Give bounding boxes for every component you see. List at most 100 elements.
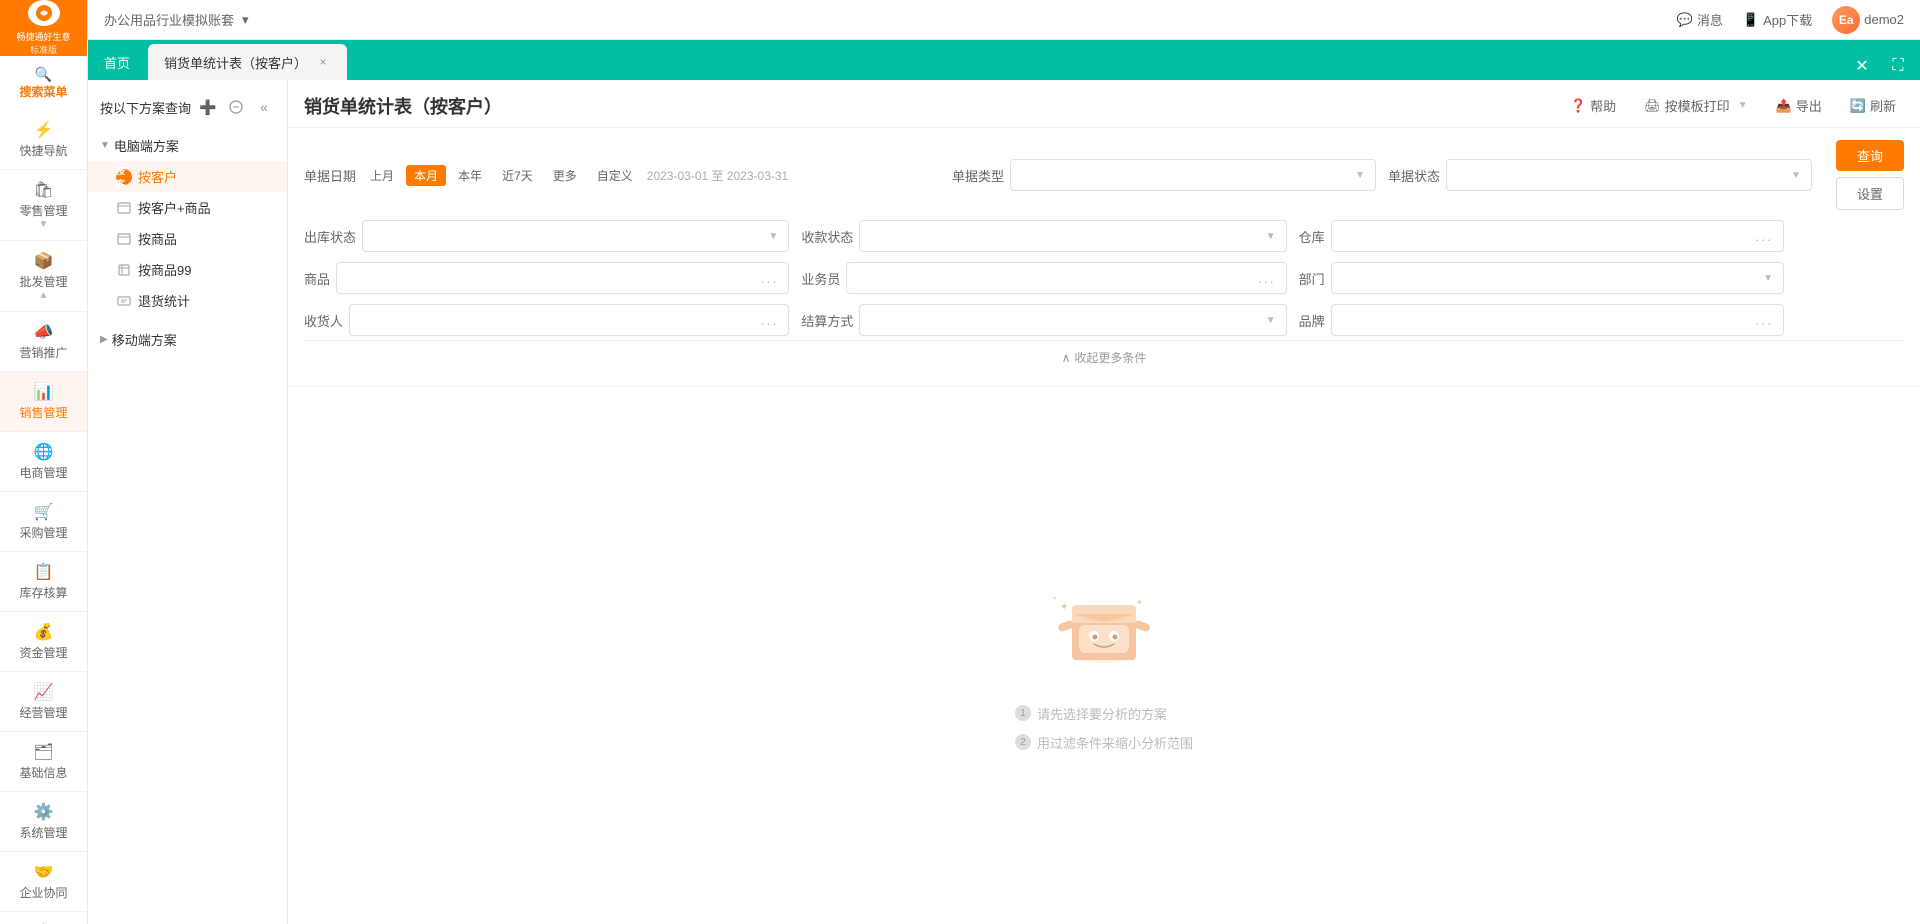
this-year-btn[interactable]: 本年	[450, 165, 490, 186]
sidebar-search[interactable]: 🔍 搜索菜单	[0, 56, 87, 110]
doc-status-select[interactable]: ▼	[1446, 159, 1812, 191]
sidebar-item-system[interactable]: ⚙️ 系统管理	[0, 792, 87, 852]
system-icon: ⚙️	[34, 802, 54, 822]
logo-subtext: 标准版	[30, 43, 57, 56]
tab-active[interactable]: 销货单统计表（按客户） ×	[148, 44, 347, 80]
sidebar-item-inventory[interactable]: 📋 库存核算	[0, 552, 87, 612]
salesperson-select[interactable]: ...	[846, 262, 1286, 294]
help-btn[interactable]: ❓ 帮助	[1562, 92, 1624, 119]
breadcrumb-dropdown[interactable]: ▾	[242, 12, 249, 28]
settlement-select[interactable]: ▼	[859, 304, 1286, 336]
sidebar-item-sales[interactable]: 📊 销售管理	[0, 372, 87, 432]
marketing-label: 营销推广	[19, 344, 67, 361]
empty-svg: ✦ ✦ ✦	[1044, 560, 1164, 680]
sidebar-item-finance[interactable]: 💰 资金管理	[0, 612, 87, 672]
desktop-section-label: 电脑端方案	[114, 136, 179, 155]
doc-type-select[interactable]: ▼	[1010, 159, 1376, 191]
setting-button[interactable]: 设置	[1836, 177, 1904, 210]
more-btn[interactable]: 更多	[545, 165, 585, 186]
hint-text-2: 用过滤条件来缩小分析范围	[1037, 733, 1193, 752]
top-header: 办公用品行业模拟账套 ▾ 💬 消息 📱 App下载 Ea demo2	[88, 0, 1920, 40]
tree-desktop-parent[interactable]: ▼ 电脑端方案	[88, 130, 287, 161]
add-icon: ➕	[199, 99, 216, 116]
svg-text:✦: ✦	[1060, 602, 1068, 613]
query-button[interactable]: 查询	[1836, 140, 1904, 171]
this-month-btn[interactable]: 本月	[406, 165, 446, 186]
sidebar-item-quick-nav[interactable]: ⚡ 快捷导航	[0, 110, 87, 170]
help-label: 帮助	[1590, 96, 1616, 115]
customer-goods-label: 按客户+商品	[138, 198, 211, 217]
dept-arrow: ▼	[1763, 273, 1773, 284]
ecommerce-label: 电商管理	[19, 464, 67, 481]
collapse-panel-btn[interactable]: «	[253, 96, 275, 118]
last7-btn[interactable]: 近7天	[494, 165, 541, 186]
goods-select[interactable]: ...	[336, 262, 789, 294]
sidebar-item-basic-info[interactable]: 🗂 基础信息	[0, 732, 87, 792]
print-dropdown-arrow[interactable]: ▼	[1738, 100, 1748, 111]
custom-btn[interactable]: 自定义	[589, 165, 641, 186]
app-download-btn[interactable]: 📱 App下载	[1743, 10, 1812, 29]
settlement-group: 结算方式 ▼	[801, 304, 1286, 336]
doc-type-group: 单据类型 ▼	[952, 159, 1376, 191]
retail-label: 零售管理	[19, 202, 67, 219]
left-panel: 按以下方案查询 ➕ «	[88, 80, 288, 924]
print-btn[interactable]: 🖨 按模板打印 ▼	[1636, 92, 1755, 119]
dept-label: 部门	[1299, 269, 1325, 288]
page-header: 销货单统计表（按客户） ❓ 帮助 🖨 按模板打印 ▼ 📤 导出	[288, 80, 1920, 128]
messages-btn[interactable]: 💬 消息	[1677, 10, 1723, 29]
sidebar-item-cooperation[interactable]: 🤝 企业协同	[0, 852, 87, 912]
add-scheme-btn[interactable]: ➕	[197, 96, 219, 118]
export-btn[interactable]: 📤 导出	[1768, 92, 1830, 119]
dept-select[interactable]: ▼	[1331, 262, 1784, 294]
recipient-group: 收货人 ...	[304, 304, 789, 336]
top-right-actions: 💬 消息 📱 App下载 Ea demo2	[1677, 6, 1904, 34]
goods-icon	[116, 231, 132, 247]
recipient-select[interactable]: ...	[349, 304, 789, 336]
tree-item-goods99[interactable]: 按商品99	[88, 254, 287, 285]
refresh-btn[interactable]: 🔄 刷新	[1842, 92, 1904, 119]
tree-mobile-parent[interactable]: ▶ 移动端方案	[88, 324, 287, 355]
sidebar-item-retail[interactable]: 🛍 零售管理 ▼	[0, 170, 87, 241]
tree-item-return[interactable]: 退货统计	[88, 285, 287, 316]
sidebar-item-wholesale[interactable]: 📦 批发管理 ▲	[0, 241, 87, 312]
user-initials: Ea	[1839, 13, 1854, 27]
customer-goods-icon	[116, 200, 132, 216]
help-icon: ❓	[1570, 98, 1586, 114]
salesperson-dots: ...	[1258, 270, 1276, 286]
tab-active-label: 销货单统计表（按客户）	[164, 53, 307, 72]
tab-maximize-btn[interactable]: ⛶	[1884, 52, 1912, 80]
basic-info-icon: 🗂	[33, 742, 53, 762]
tree-item-goods[interactable]: 按商品	[88, 223, 287, 254]
tab-close-all-btn[interactable]: ✕	[1848, 52, 1876, 80]
date-range-display: 2023-03-01 至 2023-03-31	[647, 167, 788, 184]
retail-icon: 🛍	[33, 180, 53, 200]
edit-scheme-btn[interactable]	[225, 96, 247, 118]
goods-label: 按商品	[138, 229, 177, 248]
user-profile[interactable]: Ea demo2	[1832, 6, 1904, 34]
collapse-bar[interactable]: ∧ 收起更多条件	[304, 340, 1904, 374]
sales-icon: 📊	[34, 382, 54, 402]
user-avatar: Ea	[1832, 6, 1860, 34]
sidebar-logo: 畅捷通好生意 标准版	[0, 0, 88, 56]
out-status-select[interactable]: ▼	[362, 220, 789, 252]
tree-item-customer-goods[interactable]: 按客户+商品	[88, 192, 287, 223]
left-panel-title: 按以下方案查询	[100, 98, 191, 117]
prev-month-btn[interactable]: 上月	[362, 165, 402, 186]
sidebar-item-purchase[interactable]: 🛒 采购管理	[0, 492, 87, 552]
message-icon: 💬	[1677, 12, 1693, 28]
hint-text-1: 请先选择要分析的方案	[1037, 704, 1167, 723]
sidebar-item-operations[interactable]: 📈 经营管理	[0, 672, 87, 732]
tab-home[interactable]: 首页	[88, 44, 146, 80]
brand-select[interactable]: ...	[1331, 304, 1784, 336]
receipt-status-select[interactable]: ▼	[859, 220, 1286, 252]
refresh-icon: 🔄	[1850, 98, 1866, 114]
sidebar-item-marketing[interactable]: 📣 营销推广	[0, 312, 87, 372]
sidebar-item-newbie[interactable]: 🌟 新手引导	[0, 912, 87, 924]
warehouse-group: 仓库 ...	[1299, 220, 1784, 252]
tab-close-btn[interactable]: ×	[315, 54, 331, 70]
system-label: 系统管理	[19, 824, 67, 841]
warehouse-select[interactable]: ...	[1331, 220, 1784, 252]
tree-item-customer[interactable]: 按客 按客户	[88, 161, 287, 192]
sidebar-item-ecommerce[interactable]: 🌐 电商管理	[0, 432, 87, 492]
dept-group: 部门 ▼	[1299, 262, 1784, 294]
